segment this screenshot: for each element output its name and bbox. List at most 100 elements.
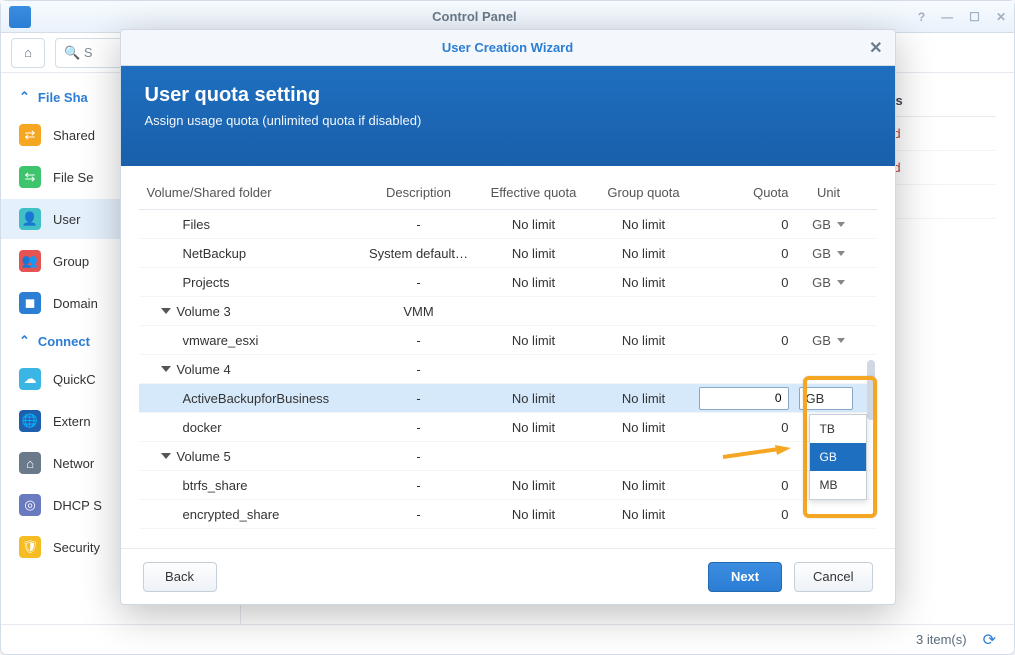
volume-row[interactable]: Volume 5- <box>139 442 877 471</box>
quota-row[interactable]: vmware_esxi-No limitNo limit0GB <box>139 326 877 355</box>
row-group-quota: No limit <box>589 478 699 493</box>
col-unit-header: Unit <box>799 185 859 200</box>
next-button[interactable]: Next <box>708 562 782 592</box>
refresh-button[interactable]: ⟳ <box>983 630 996 650</box>
user-creation-wizard-modal: User Creation Wizard ✕ User quota settin… <box>120 29 896 605</box>
quota-row[interactable]: docker-No limitNo limit0 <box>139 413 877 442</box>
row-name: Files <box>139 217 359 232</box>
network-icon: ⌂ <box>19 452 41 474</box>
row-name: vmware_esxi <box>139 333 359 348</box>
domain-icon: ◼ <box>19 292 41 314</box>
search-icon: 🔍 <box>64 45 80 61</box>
minimize-icon[interactable]: — <box>941 10 953 24</box>
expand-icon <box>161 308 171 314</box>
row-quota[interactable] <box>699 387 799 410</box>
row-group-quota: No limit <box>589 420 699 435</box>
back-button[interactable]: Back <box>143 562 217 592</box>
file-service-icon: ⇆ <box>19 166 41 188</box>
quota-row[interactable]: Files-No limitNo limit0GB <box>139 210 877 239</box>
chevron-down-icon <box>837 222 845 227</box>
row-name: encrypted_share <box>139 507 359 522</box>
row-group-quota: No limit <box>589 391 699 406</box>
unit-option-tb[interactable]: TB <box>810 415 866 443</box>
home-button[interactable]: ⌂ <box>11 38 45 68</box>
volume-row[interactable]: Volume 3VMM <box>139 297 877 326</box>
col-effective-quota-header: Effective quota <box>479 185 589 200</box>
row-effective-quota: No limit <box>479 420 589 435</box>
unit-option-gb[interactable]: GB <box>810 443 866 471</box>
col-group-quota-header: Group quota <box>589 185 699 200</box>
scrollbar-thumb[interactable] <box>867 360 875 420</box>
row-description: - <box>359 507 479 522</box>
unit-select[interactable]: GB <box>799 387 853 410</box>
user-icon: 👤 <box>19 208 41 230</box>
row-effective-quota: No limit <box>479 391 589 406</box>
row-quota: 0 <box>699 246 799 261</box>
row-description: - <box>359 217 479 232</box>
modal-hero-title: User quota setting <box>145 84 871 107</box>
quota-row[interactable]: ActiveBackupforBusiness-No limitNo limit… <box>139 384 877 413</box>
maximize-icon[interactable]: ☐ <box>969 10 980 24</box>
row-description: - <box>359 449 479 464</box>
row-description: - <box>359 333 479 348</box>
quota-row[interactable]: NetBackupSystem default…No limitNo limit… <box>139 239 877 268</box>
row-quota: 0 <box>699 275 799 290</box>
close-window-icon[interactable]: ✕ <box>996 10 1006 24</box>
sidebar-item-label: Shared <box>53 128 95 143</box>
search-placeholder: S <box>84 45 93 60</box>
unit-option-mb[interactable]: MB <box>810 471 866 499</box>
row-unit[interactable]: GB <box>799 333 859 348</box>
row-unit[interactable]: GB <box>799 217 859 232</box>
row-name: Volume 5 <box>139 449 359 464</box>
row-effective-quota: No limit <box>479 246 589 261</box>
row-unit[interactable]: GB <box>799 246 859 261</box>
sidebar-item-label: Extern <box>53 414 91 429</box>
row-effective-quota: No limit <box>479 217 589 232</box>
unit-dropdown-popup: TB GB MB <box>809 414 867 500</box>
row-group-quota: No limit <box>589 217 699 232</box>
row-group-quota: No limit <box>589 333 699 348</box>
row-quota: 0 <box>699 420 799 435</box>
shield-icon: 🛡 <box>19 536 41 558</box>
col-volume-header: Volume/Shared folder <box>139 185 359 200</box>
row-description: - <box>359 275 479 290</box>
row-name: Projects <box>139 275 359 290</box>
row-name: btrfs_share <box>139 478 359 493</box>
row-effective-quota: No limit <box>479 507 589 522</box>
cancel-button[interactable]: Cancel <box>794 562 872 592</box>
help-icon[interactable]: ? <box>918 10 925 24</box>
sidebar-item-label: QuickC <box>53 372 96 387</box>
row-unit[interactable]: GB <box>799 275 859 290</box>
row-name: Volume 4 <box>139 362 359 377</box>
quota-row[interactable]: Projects-No limitNo limit0GB <box>139 268 877 297</box>
row-name: NetBackup <box>139 246 359 261</box>
chevron-up-icon: ⌃ <box>19 89 30 105</box>
row-name: ActiveBackupforBusiness <box>139 391 359 406</box>
quota-row[interactable]: btrfs_share-No limitNo limit0 <box>139 471 877 500</box>
row-group-quota: No limit <box>589 507 699 522</box>
row-description: - <box>359 362 479 377</box>
modal-title: User Creation Wizard <box>442 40 573 55</box>
row-unit[interactable]: GB <box>799 387 859 410</box>
row-description: - <box>359 391 479 406</box>
group-icon: 👥 <box>19 250 41 272</box>
row-group-quota: No limit <box>589 275 699 290</box>
row-quota: 0 <box>699 507 799 522</box>
sidebar-item-label: Group <box>53 254 89 269</box>
window-title: Control Panel <box>31 9 918 24</box>
modal-hero-subtitle: Assign usage quota (unlimited quota if d… <box>145 113 871 128</box>
expand-icon <box>161 366 171 372</box>
folder-share-icon: ⇄ <box>19 124 41 146</box>
row-description: - <box>359 420 479 435</box>
chevron-up-icon: ⌃ <box>19 333 30 349</box>
quota-row[interactable]: encrypted_share-No limitNo limit0 <box>139 500 877 529</box>
volume-row[interactable]: Volume 4- <box>139 355 877 384</box>
row-name: Volume 3 <box>139 304 359 319</box>
expand-icon <box>161 453 171 459</box>
quota-input[interactable] <box>699 387 789 410</box>
globe-icon: 🌐 <box>19 410 41 432</box>
row-group-quota: No limit <box>589 246 699 261</box>
item-count: 3 item(s) <box>916 632 967 647</box>
row-description: VMM <box>359 304 479 319</box>
close-icon[interactable]: ✕ <box>869 38 882 58</box>
